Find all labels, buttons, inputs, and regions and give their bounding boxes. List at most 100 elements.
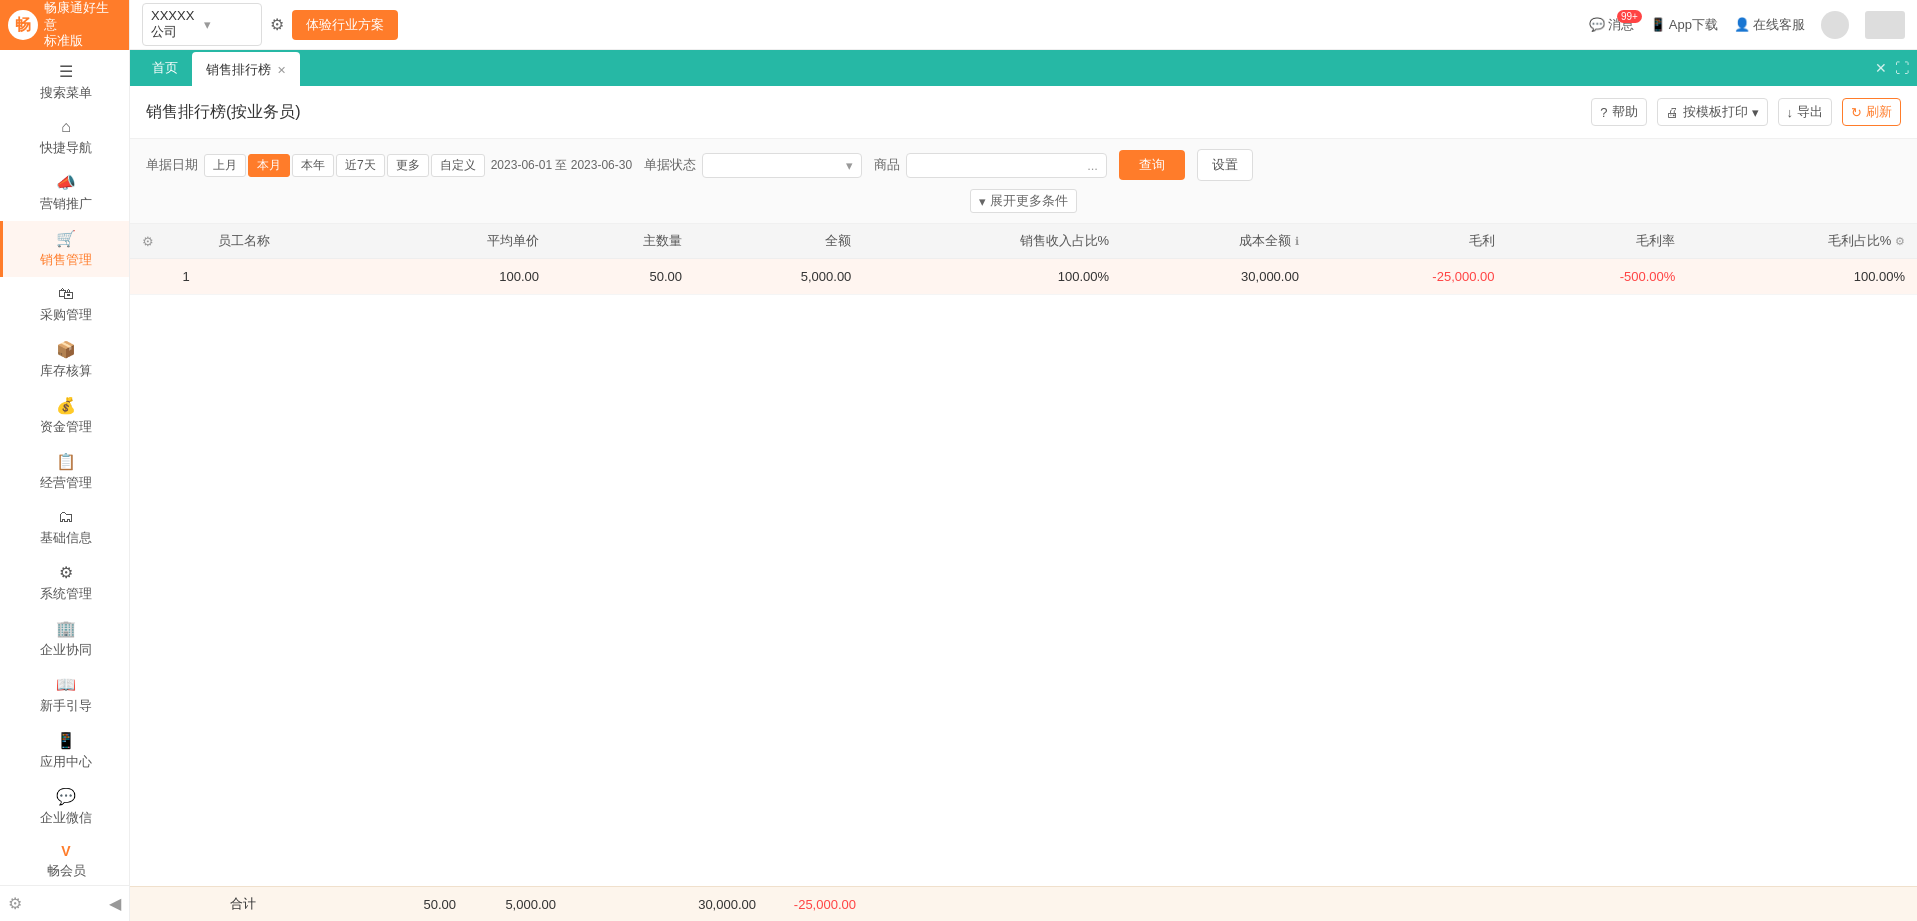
cell-avg-price: 100.00 — [379, 259, 552, 295]
sidebar-item-wechat[interactable]: 💬 企业微信 — [0, 779, 129, 835]
sidebar-settings-btn[interactable]: ⚙ — [8, 894, 22, 913]
table-wrapper: ⚙ 员工名称 平均单价 主数量 全额 销售收入占比% 成本全额 ℹ 毛利 毛利率… — [130, 224, 1917, 886]
sidebar-item-finance[interactable]: 💰 资金管理 — [0, 388, 129, 444]
sidebar-item-member[interactable]: V 畅会员 — [0, 835, 129, 885]
col-avg-price: 平均单价 — [379, 224, 552, 259]
company-chevron-icon: ▾ — [204, 17, 253, 32]
app-label: App下载 — [1669, 16, 1718, 34]
this-year-btn[interactable]: 本年 — [292, 154, 334, 177]
refresh-button[interactable]: ↻ 刷新 — [1842, 98, 1901, 126]
guide-icon: 📖 — [56, 675, 76, 694]
sidebar-item-label: 畅会员 — [47, 862, 86, 880]
page-header: 销售排行榜(按业务员) ? 帮助 🖨 按模板打印 ▾ ↓ 导出 ↻ 刷新 — [130, 86, 1917, 139]
footer-quantity: 50.00 — [388, 897, 468, 912]
main-content: XXXXX公司 ▾ ⚙ 体验行业方案 💬 消息 99+ 📱 App下载 👤 在线… — [130, 0, 1917, 921]
cell-amount: 5,000.00 — [694, 259, 863, 295]
quick-nav-icon: ⌂ — [61, 118, 71, 136]
sidebar-item-enterprise[interactable]: 🏢 企业协同 — [0, 611, 129, 667]
data-table: ⚙ 员工名称 平均单价 主数量 全额 销售收入占比% 成本全额 ℹ 毛利 毛利率… — [130, 224, 1917, 295]
cell-gross-pct: 100.00% — [1687, 259, 1917, 295]
message-button[interactable]: 💬 消息 99+ — [1589, 16, 1634, 34]
cell-cost: 30,000.00 — [1121, 259, 1311, 295]
message-icon: 💬 — [1589, 17, 1605, 32]
date-range-display: 2023-06-01 至 2023-06-30 — [491, 157, 632, 174]
prev-month-btn[interactable]: 上月 — [204, 154, 246, 177]
current-month-btn[interactable]: 本月 — [248, 154, 290, 177]
col-gross: 毛利 — [1311, 224, 1507, 259]
col-gross-rate: 毛利率 — [1507, 224, 1688, 259]
sidebar-collapse-btn[interactable]: ◀ — [109, 894, 121, 913]
sidebar: 畅 畅康通好生意 标准版 ☰ 搜索菜单 ⌂ 快捷导航 📣 营销推广 🛒 销售管理… — [0, 0, 130, 921]
goods-input[interactable] — [915, 158, 1083, 173]
sidebar-item-label: 系统管理 — [40, 585, 92, 603]
expand-more-btn[interactable]: ▾ 展开更多条件 — [970, 189, 1077, 213]
cell-rank: 1 — [166, 259, 206, 295]
print-button[interactable]: 🖨 按模板打印 ▾ — [1657, 98, 1768, 126]
filter-expand-row: ▾ 展开更多条件 — [146, 189, 1901, 213]
cell-quantity: 50.00 — [551, 259, 694, 295]
sidebar-item-search-orders[interactable]: ☰ 搜索菜单 — [0, 54, 129, 110]
help-button[interactable]: ? 帮助 — [1591, 98, 1646, 126]
trial-button[interactable]: 体验行业方案 — [292, 10, 398, 40]
online-service-button[interactable]: 👤 在线客服 — [1734, 16, 1805, 34]
refresh-icon: ↻ — [1851, 105, 1862, 120]
tab-home-label: 首页 — [152, 59, 178, 77]
last-7days-btn[interactable]: 近7天 — [336, 154, 385, 177]
sidebar-item-inventory[interactable]: 📦 库存核算 — [0, 332, 129, 388]
sidebar-item-sales[interactable]: 🛒 销售管理 — [0, 221, 129, 277]
print-icon: 🖨 — [1666, 105, 1679, 120]
filter-settings-button[interactable]: 设置 — [1197, 149, 1253, 181]
sidebar-item-label: 快捷导航 — [40, 139, 92, 157]
basic-info-icon: 🗂 — [58, 508, 74, 526]
tab-close-icon[interactable]: ✕ — [277, 64, 286, 77]
sidebar-item-operations[interactable]: 📋 经营管理 — [0, 444, 129, 500]
sidebar-item-marketing[interactable]: 📣 营销推广 — [0, 165, 129, 221]
print-chevron-icon: ▾ — [1752, 105, 1759, 120]
table-footer: 合计 50.00 5,000.00 30,000.00 -25,000.00 — [130, 886, 1917, 921]
tabbar-right-actions: ✕ ⛶ — [1875, 60, 1917, 76]
sidebar-item-apps[interactable]: 📱 应用中心 — [0, 723, 129, 779]
sidebar-item-quick-nav[interactable]: ⌂ 快捷导航 — [0, 110, 129, 165]
query-button[interactable]: 查询 — [1119, 150, 1185, 180]
operations-icon: 📋 — [56, 452, 76, 471]
logo-icon: 畅 — [8, 10, 38, 40]
company-selector[interactable]: XXXXX公司 ▾ — [142, 3, 262, 46]
company-name: XXXXX公司 — [151, 8, 200, 41]
topbar: XXXXX公司 ▾ ⚙ 体验行业方案 💬 消息 99+ 📱 App下载 👤 在线… — [130, 0, 1917, 50]
enterprise-icon: 🏢 — [56, 619, 76, 638]
col-settings[interactable]: ⚙ — [130, 224, 166, 259]
service-label: 在线客服 — [1753, 16, 1805, 34]
sidebar-item-purchase[interactable]: 🛍 采购管理 — [0, 277, 129, 332]
status-select[interactable]: ▾ — [702, 153, 862, 178]
export-button[interactable]: ↓ 导出 — [1778, 98, 1833, 126]
tab-close-all-icon[interactable]: ✕ — [1875, 60, 1887, 76]
sidebar-item-label: 应用中心 — [40, 753, 92, 771]
settings-gear-icon[interactable]: ⚙ — [270, 15, 284, 34]
sidebar-item-system[interactable]: ⚙ 系统管理 — [0, 555, 129, 611]
user-name-display — [1865, 11, 1905, 39]
purchase-icon: 🛍 — [58, 285, 74, 303]
filter-date: 单据日期 上月 本月 本年 近7天 更多 自定义 2023-06-01 至 20… — [146, 154, 632, 177]
expand-label: 展开更多条件 — [990, 192, 1068, 210]
content-area: 销售排行榜(按业务员) ? 帮助 🖨 按模板打印 ▾ ↓ 导出 ↻ 刷新 — [130, 86, 1917, 921]
filter-status: 单据状态 ▾ — [644, 153, 862, 178]
sidebar-item-guide[interactable]: 📖 新手引导 — [0, 667, 129, 723]
cell-gross-rate: -500.00% — [1507, 259, 1688, 295]
logo-text1: 畅康通好生意 — [44, 0, 121, 33]
tab-fullscreen-icon[interactable]: ⛶ — [1895, 60, 1909, 76]
goods-input-wrapper: ... — [906, 153, 1107, 178]
sidebar-item-basic-info[interactable]: 🗂 基础信息 — [0, 500, 129, 555]
footer-cost: 30,000.00 — [668, 897, 768, 912]
tab-sales-rank-label: 销售排行榜 — [206, 61, 271, 79]
user-avatar[interactable] — [1821, 11, 1849, 39]
marketing-icon: 📣 — [56, 173, 76, 192]
tab-sales-rank[interactable]: 销售排行榜 ✕ — [192, 52, 300, 88]
page-actions: ? 帮助 🖨 按模板打印 ▾ ↓ 导出 ↻ 刷新 — [1591, 98, 1901, 126]
sidebar-item-label: 库存核算 — [40, 362, 92, 380]
app-download-button[interactable]: 📱 App下载 — [1650, 16, 1718, 34]
filter-bar: 单据日期 上月 本月 本年 近7天 更多 自定义 2023-06-01 至 20… — [130, 139, 1917, 224]
wechat-icon: 💬 — [56, 787, 76, 806]
custom-date-btn[interactable]: 自定义 — [431, 154, 485, 177]
tab-home[interactable]: 首页 — [138, 50, 192, 86]
more-date-btn[interactable]: 更多 — [387, 154, 429, 177]
